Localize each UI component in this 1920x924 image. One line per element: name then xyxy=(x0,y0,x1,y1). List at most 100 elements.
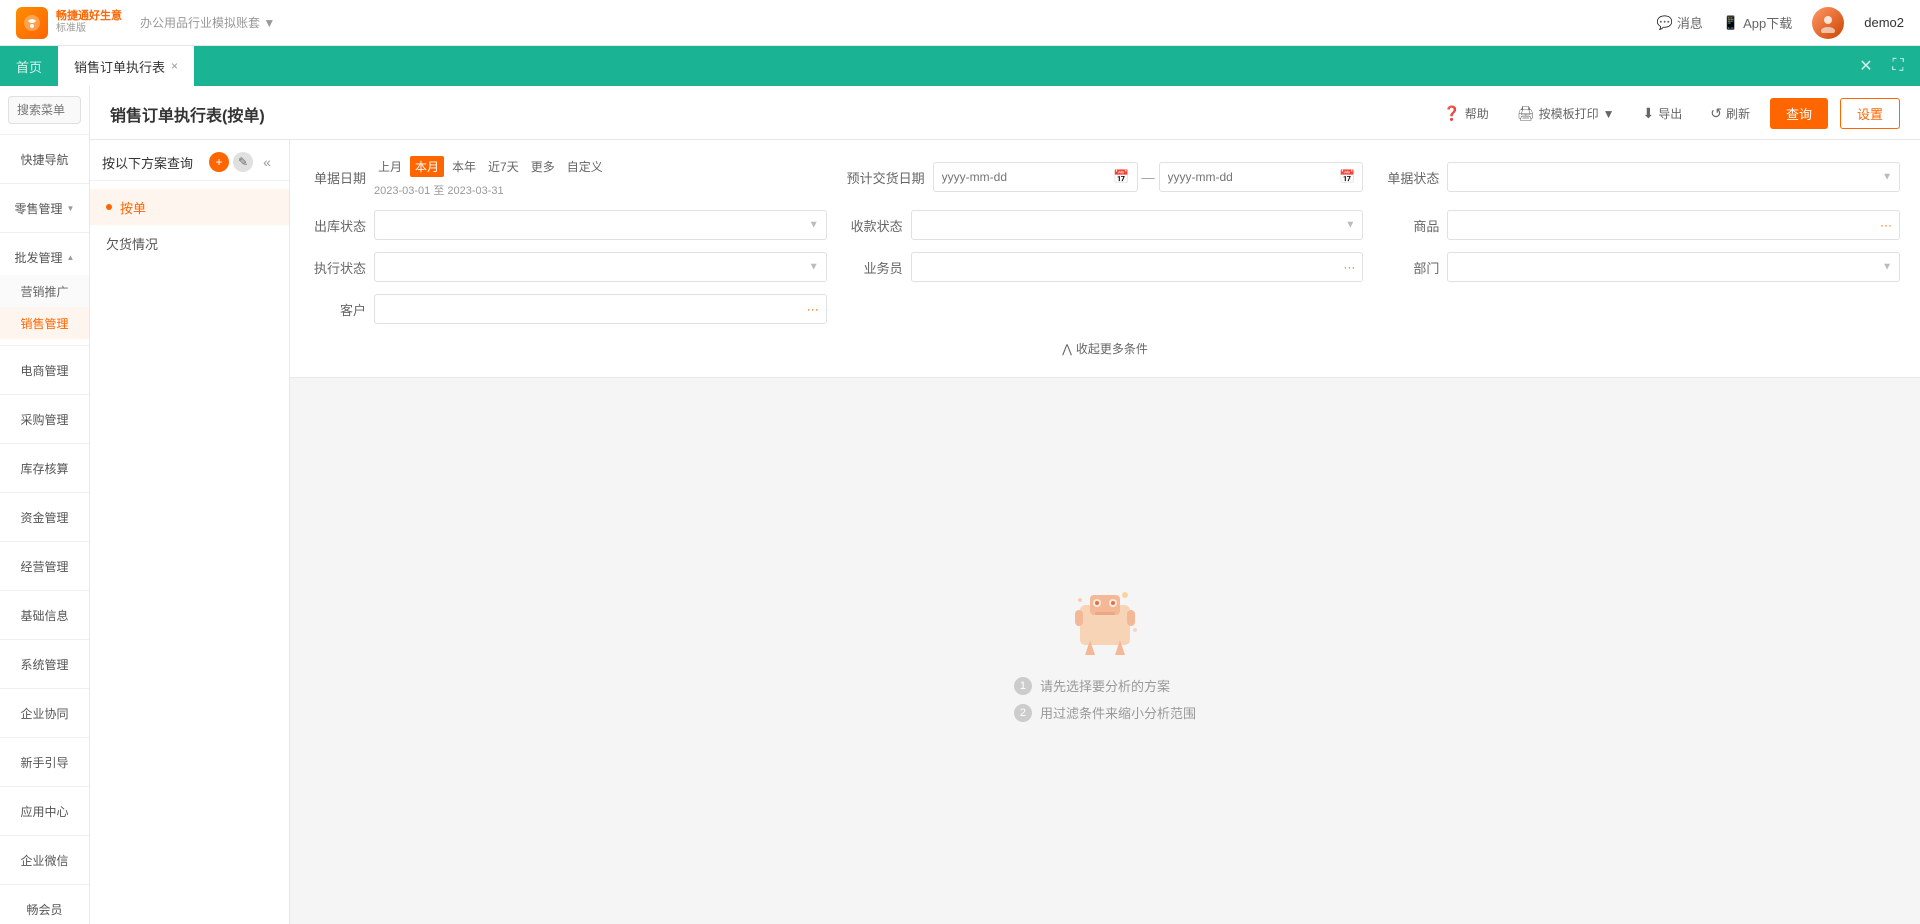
nav-group-appstore: 应用中心 xyxy=(0,787,89,836)
user-name[interactable]: demo2 xyxy=(1864,15,1904,30)
query-btn[interactable]: 查询 xyxy=(1770,98,1828,129)
tab-bar-actions: ✕ ⛶ xyxy=(1854,54,1920,78)
forecast-start-input[interactable] xyxy=(933,162,1138,192)
customer-more-icon[interactable]: ··· xyxy=(807,302,819,316)
exec-status-select[interactable] xyxy=(374,252,827,282)
scheme-dot xyxy=(106,204,112,210)
collapse-filter-btn[interactable]: ⋀ 收起更多条件 xyxy=(1050,336,1160,361)
breadcrumb-text: 办公用品行业模拟账套 xyxy=(140,16,260,30)
scheme-item-0[interactable]: 按单 xyxy=(90,189,289,225)
salesperson-input[interactable] xyxy=(911,252,1364,282)
date-label: 单据日期 xyxy=(310,168,366,187)
tip2-text: 用过滤条件来缩小分析范围 xyxy=(1040,703,1196,722)
nav-group-basic: 基础信息 xyxy=(0,591,89,640)
settings-btn[interactable]: 设置 xyxy=(1840,98,1900,129)
tab-home[interactable]: 首页 xyxy=(0,46,58,86)
shortcut-this-year[interactable]: 本年 xyxy=(448,156,480,177)
sidebar-search-input[interactable] xyxy=(8,96,81,124)
help-btn[interactable]: ❓ 帮助 xyxy=(1435,101,1496,126)
dept-select[interactable] xyxy=(1447,252,1900,282)
nav-group-member: 畅会员 xyxy=(0,885,89,924)
inner-content: 单据日期 上月 本月 本年 近7天 更多 自定义 20 xyxy=(290,140,1920,924)
sidebar-item-retail[interactable]: 零售管理 xyxy=(0,190,89,226)
exec-status-wrap: ▼ xyxy=(374,252,827,282)
sidebar-item-member[interactable]: 畅会员 xyxy=(0,891,89,924)
warehouse-status-select[interactable] xyxy=(374,210,827,240)
sidebar-item-newuser[interactable]: 新手引导 xyxy=(0,744,89,780)
scheme-edit-btn[interactable]: ✎ xyxy=(233,152,253,172)
goods-input[interactable] xyxy=(1447,210,1900,240)
customer-input[interactable] xyxy=(374,294,827,324)
customer-wrap: ··· xyxy=(374,294,827,324)
scheme-collapse-btn[interactable]: « xyxy=(257,152,277,172)
logo-area: 畅捷通好生意 标准版 xyxy=(16,7,122,39)
shortcut-this-month[interactable]: 本月 xyxy=(410,156,444,177)
nav-group-operations: 经营管理 xyxy=(0,542,89,591)
app-download-btn[interactable]: 📱 App下载 xyxy=(1723,13,1792,32)
export-label: 导出 xyxy=(1658,105,1682,122)
sidebar-item-wholesale[interactable]: 批发管理 xyxy=(0,239,89,275)
page-title-row: 销售订单执行表(按单) ❓ 帮助 🖨 按模板打印 ▼ ⬇ 导出 xyxy=(110,98,1900,129)
sidebar-item-shortcuts[interactable]: 快捷导航 xyxy=(0,141,89,177)
message-label: 消息 xyxy=(1677,13,1703,32)
app-logo-icon xyxy=(16,7,48,39)
refresh-btn[interactable]: ↺ 刷新 xyxy=(1702,101,1758,126)
sidebar-sub-marketing[interactable]: 营销推广 xyxy=(0,275,89,307)
forecast-end-input[interactable] xyxy=(1159,162,1364,192)
sidebar-item-purchase[interactable]: 采购管理 xyxy=(0,401,89,437)
download-icon: 📱 xyxy=(1723,15,1739,31)
message-btn[interactable]: 💬 消息 xyxy=(1657,13,1703,32)
sidebar-item-appstore[interactable]: 应用中心 xyxy=(0,793,89,829)
export-btn[interactable]: ⬇ 导出 xyxy=(1634,101,1690,126)
forecast-end-wrap: 📅 xyxy=(1159,162,1364,192)
left-scheme-panel: 按以下方案查询 + ✎ « 按单 欠货情况 xyxy=(90,140,290,924)
nav-group-wechat: 企业微信 xyxy=(0,836,89,885)
export-icon: ⬇ xyxy=(1642,105,1654,122)
page-title: 销售订单执行表(按单) xyxy=(110,102,265,126)
sidebar-search-area xyxy=(0,86,89,135)
shortcut-7days[interactable]: 近7天 xyxy=(484,156,523,177)
goods-more-icon[interactable]: ··· xyxy=(1880,218,1892,232)
filter-row-1: 单据日期 上月 本月 本年 近7天 更多 自定义 20 xyxy=(310,156,1900,198)
receipt-status-wrap: ▼ xyxy=(911,210,1364,240)
scheme-add-btn[interactable]: + xyxy=(209,152,229,172)
sidebar-item-operations[interactable]: 经营管理 xyxy=(0,548,89,584)
sidebar-item-inventory[interactable]: 库存核算 xyxy=(0,450,89,486)
header-right: 💬 消息 📱 App下载 demo2 xyxy=(1657,7,1904,39)
sidebar-sub-sales[interactable]: 销售管理 xyxy=(0,307,89,339)
nav-group-system: 系统管理 xyxy=(0,640,89,689)
sidebar-item-enterprise[interactable]: 企业协同 xyxy=(0,695,89,731)
doc-status-select[interactable] xyxy=(1447,162,1900,192)
tip1-text: 请先选择要分析的方案 xyxy=(1040,676,1170,695)
breadcrumb[interactable]: 办公用品行业模拟账套 ▼ xyxy=(140,14,275,31)
salesperson-more-icon[interactable]: ··· xyxy=(1343,260,1355,274)
sidebar-item-ecommerce[interactable]: 电商管理 xyxy=(0,352,89,388)
collapse-label: 收起更多条件 xyxy=(1076,340,1148,357)
shortcut-more[interactable]: 更多 xyxy=(527,156,559,177)
goods-wrap: ··· xyxy=(1447,210,1900,240)
warehouse-status-wrap: ▼ xyxy=(374,210,827,240)
scheme-item-1[interactable]: 欠货情况 xyxy=(90,225,289,261)
template-print-btn[interactable]: 🖨 按模板打印 ▼ xyxy=(1509,101,1623,126)
tab-minimize-btn[interactable]: ✕ xyxy=(1854,54,1878,78)
user-avatar xyxy=(1812,7,1844,39)
filter-area: 单据日期 上月 本月 本年 近7天 更多 自定义 20 xyxy=(290,140,1920,377)
tab-maximize-btn[interactable]: ⛶ xyxy=(1886,54,1910,78)
sidebar-item-finance[interactable]: 资金管理 xyxy=(0,499,89,535)
dept-group: 部门 ▼ xyxy=(1383,252,1900,282)
forecast-start-wrap: 📅 xyxy=(933,162,1138,192)
shortcut-custom[interactable]: 自定义 xyxy=(563,156,607,177)
doc-status-group: 单据状态 ▼ xyxy=(1383,162,1900,192)
tab-sales-order[interactable]: 销售订单执行表 × xyxy=(58,46,194,86)
sidebar-item-basic[interactable]: 基础信息 xyxy=(0,597,89,633)
tab-close-btn[interactable]: × xyxy=(171,59,178,73)
shortcut-last-month[interactable]: 上月 xyxy=(374,156,406,177)
warehouse-status-group: 出库状态 ▼ xyxy=(310,210,827,240)
active-tab-label: 销售订单执行表 xyxy=(74,57,165,76)
sidebar-item-system[interactable]: 系统管理 xyxy=(0,646,89,682)
page-header: 销售订单执行表(按单) ❓ 帮助 🖨 按模板打印 ▼ ⬇ 导出 xyxy=(90,86,1920,140)
left-panel-header: 按以下方案查询 + ✎ « xyxy=(90,152,289,181)
sidebar-item-wechat[interactable]: 企业微信 xyxy=(0,842,89,878)
breadcrumb-arrow: ▼ xyxy=(263,16,275,30)
receipt-status-select[interactable] xyxy=(911,210,1364,240)
